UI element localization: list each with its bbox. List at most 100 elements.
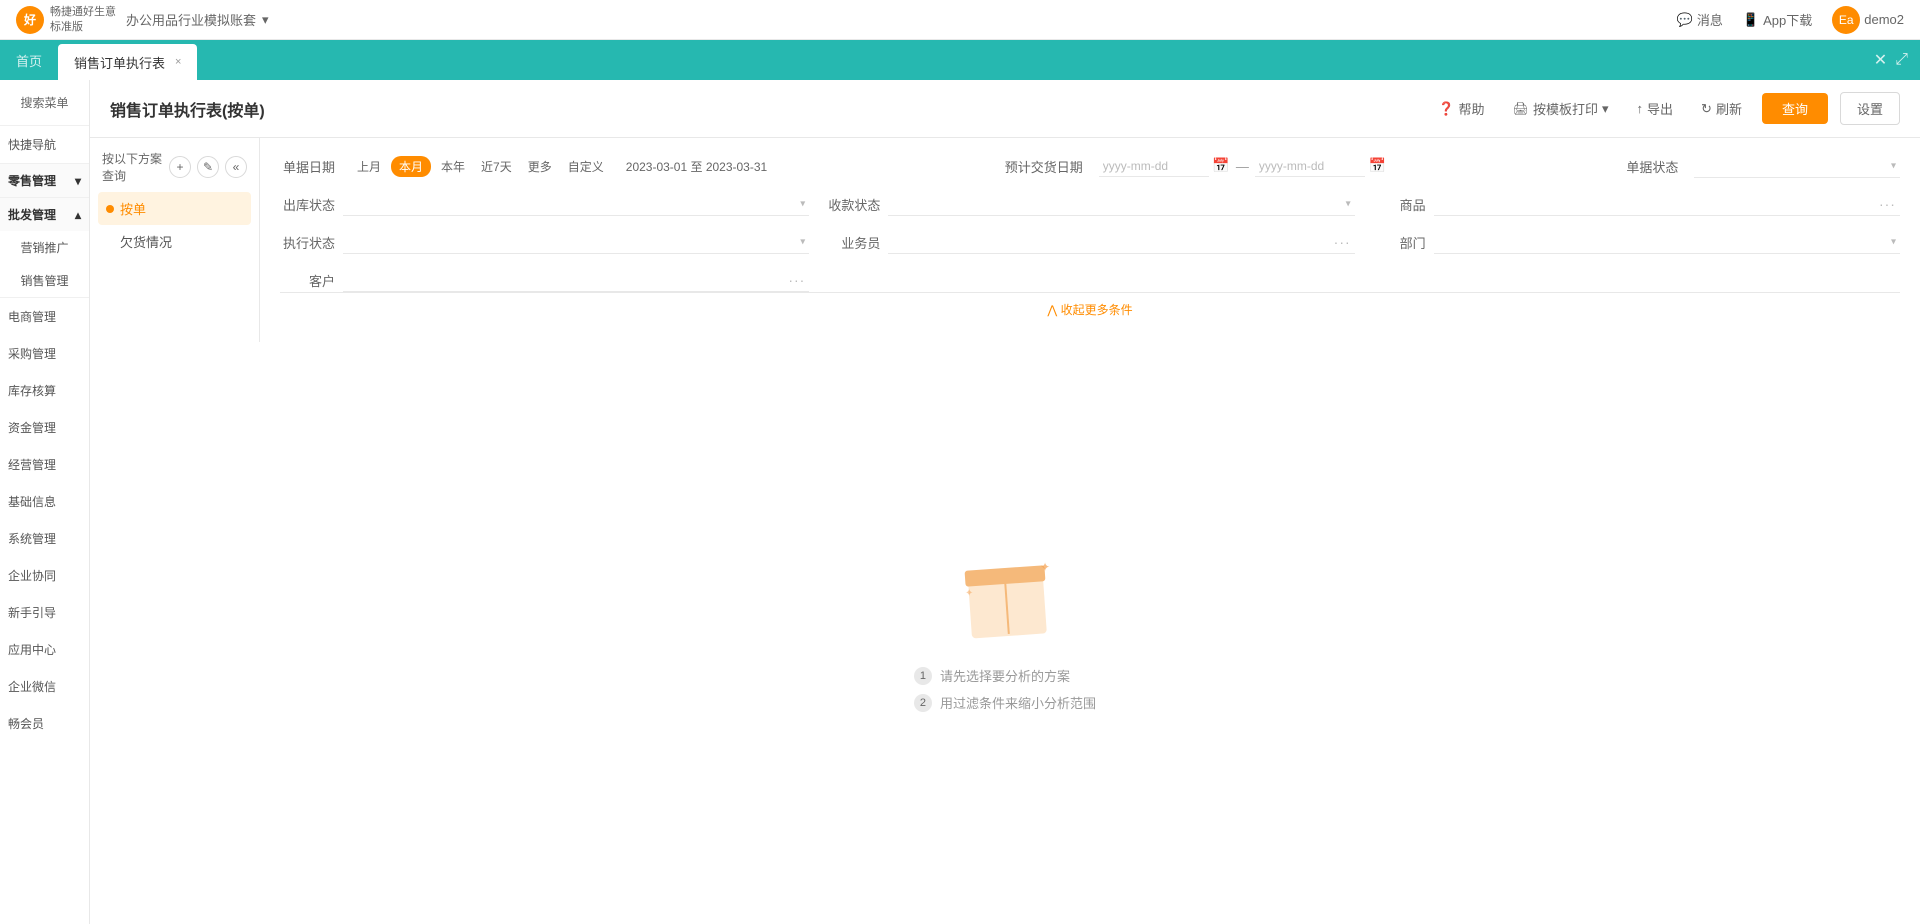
active-dot-icon — [106, 205, 114, 213]
search-menu-button[interactable]: 搜索菜单 — [8, 88, 81, 117]
user-area[interactable]: Ea demo2 — [1832, 6, 1904, 34]
date-label: 单据日期 — [280, 157, 335, 176]
sidebar-item-retail[interactable]: 零售管理 ▾ — [0, 164, 89, 197]
breadcrumb-chevron-icon: ▾ — [262, 12, 269, 28]
sidebar-item-finance[interactable]: 资金管理 — [0, 409, 89, 446]
customer-input-wrapper: ··· — [343, 268, 809, 292]
customer-label: 客户 — [280, 271, 335, 290]
svg-text:✦: ✦ — [1040, 560, 1050, 574]
tab-home[interactable]: 首页 — [0, 40, 58, 80]
sidebar-item-purchase[interactable]: 采购管理 — [0, 335, 89, 372]
tab-expand-area: ✕ ⤢ — [1862, 40, 1920, 80]
content-area: 销售订单执行表(按单) ❓ 帮助 🖨 按模板打印 ▾ ↑ 导出 ↻ 刷新 — [90, 80, 1920, 924]
salesman-input-wrapper: ··· — [888, 230, 1354, 254]
download-icon: 📱 — [1743, 12, 1759, 28]
logo-text: 畅捷通好生意 标准版 — [50, 5, 116, 34]
sidebar-retail: 零售管理 ▾ — [0, 164, 89, 198]
logo-icon: 好 — [16, 6, 44, 34]
dept-label: 部门 — [1371, 233, 1426, 252]
sidebar-item-quick-nav[interactable]: 快捷导航 — [0, 126, 89, 163]
sidebar-item-sales-mgmt[interactable]: 销售管理 — [0, 264, 89, 297]
add-scheme-button[interactable]: + — [169, 156, 191, 178]
refresh-button[interactable]: ↻ 刷新 — [1693, 95, 1750, 122]
exec-status-cell: 执行状态 ▾ — [280, 230, 809, 254]
calendar-to-icon: 📅 — [1368, 157, 1385, 173]
expected-date-from-input[interactable] — [1099, 156, 1209, 177]
query-button[interactable]: 查询 — [1762, 93, 1828, 124]
date-range-display: 2023-03-01 至 2023-03-31 — [626, 158, 767, 175]
goods-input-wrapper: ··· — [1434, 192, 1900, 216]
date-separator: — — [1236, 159, 1249, 174]
receipt-status-cell: 收款状态 ▾ — [825, 192, 1354, 216]
nav-tabs: 首页 销售订单执行表 × ✕ ⤢ — [0, 40, 1920, 80]
close-window-icon[interactable]: ✕ — [1874, 50, 1887, 70]
filter-sidebar: 按以下方案查询 + ✎ « 按单 欠货情况 — [90, 138, 260, 342]
empty-hint-1: 1 请先选择要分析的方案 — [914, 666, 1096, 685]
template-print-button[interactable]: 🖨 按模板打印 ▾ — [1504, 95, 1616, 122]
tab-close-icon[interactable]: × — [175, 56, 181, 68]
sidebar-item-system[interactable]: 系统管理 — [0, 520, 89, 557]
customer-input[interactable] — [343, 268, 809, 292]
filter-panel: 按以下方案查询 + ✎ « 按单 欠货情况 — [90, 138, 1920, 342]
sidebar-item-inventory[interactable]: 库存核算 — [0, 372, 89, 409]
date-last-7days-btn[interactable]: 近7天 — [475, 156, 518, 177]
sidebar-item-business[interactable]: 经营管理 — [0, 446, 89, 483]
print-chevron-icon: ▾ — [1602, 101, 1609, 117]
ship-status-select[interactable] — [343, 192, 809, 216]
date-this-year-btn[interactable]: 本年 — [435, 156, 471, 177]
date-filter-controls: 上月 本月 本年 近7天 更多 自定义 2023-03-01 至 2023-03… — [351, 156, 767, 177]
receipt-status-select[interactable] — [888, 192, 1354, 216]
exec-status-label: 执行状态 — [280, 233, 335, 252]
main-layout: 搜索菜单 快捷导航 零售管理 ▾ 批发管理 ▴ 营销推广 销售管理 电商管理 采… — [0, 80, 1920, 924]
app-download-button[interactable]: 📱 App下载 — [1743, 10, 1812, 29]
collapse-sidebar-button[interactable]: « — [225, 156, 247, 178]
message-icon: 💬 — [1677, 12, 1693, 28]
chevron-down-icon: ▾ — [75, 174, 81, 188]
filter-scheme-list: 按单 欠货情况 — [90, 192, 259, 258]
sidebar-search-area: 搜索菜单 — [0, 80, 89, 126]
goods-input[interactable] — [1434, 192, 1900, 216]
date-more-btn[interactable]: 更多 — [522, 156, 558, 177]
salesman-input[interactable] — [888, 230, 1354, 254]
sidebar-item-marketing[interactable]: 营销推广 — [0, 231, 89, 264]
customer-cell: 客户 ··· — [280, 268, 809, 292]
sidebar-item-wholesale[interactable]: 批发管理 ▴ — [0, 198, 89, 231]
tab-sales-order[interactable]: 销售订单执行表 × — [58, 44, 197, 80]
page-header: 销售订单执行表(按单) ❓ 帮助 🖨 按模板打印 ▾ ↑ 导出 ↻ 刷新 — [90, 80, 1920, 138]
top-bar-right: 💬 消息 📱 App下载 Ea demo2 — [1677, 6, 1904, 34]
sidebar-item-ecommerce[interactable]: 电商管理 — [0, 298, 89, 335]
dept-select[interactable] — [1434, 230, 1900, 254]
date-last-month-btn[interactable]: 上月 — [351, 156, 387, 177]
exec-status-select[interactable] — [343, 230, 809, 254]
empty-state: ✦ ✦ 1 请先选择要分析的方案 2 用过滤条件来缩小分析范围 — [914, 546, 1096, 720]
filter-sidebar-header: 按以下方案查询 + ✎ « — [90, 150, 259, 192]
empty-hints: 1 请先选择要分析的方案 2 用过滤条件来缩小分析范围 — [914, 666, 1096, 720]
scheme-item-backorder[interactable]: 欠货情况 — [98, 225, 251, 258]
sidebar-item-wechat[interactable]: 企业微信 — [0, 668, 89, 705]
data-area: ✦ ✦ 1 请先选择要分析的方案 2 用过滤条件来缩小分析范围 — [90, 342, 1920, 924]
date-this-month-btn[interactable]: 本月 — [391, 156, 431, 177]
sidebar-item-basic-info[interactable]: 基础信息 — [0, 483, 89, 520]
scheme-item-by-order[interactable]: 按单 — [98, 192, 251, 225]
exec-status-select-wrapper: ▾ — [343, 230, 809, 254]
empty-hint-2: 2 用过滤条件来缩小分析范围 — [914, 693, 1096, 712]
goods-label: 商品 — [1371, 195, 1426, 214]
sidebar-item-membership[interactable]: 畅会员 — [0, 705, 89, 742]
expected-date-label: 预计交货日期 — [1005, 157, 1083, 176]
sidebar-item-onboarding[interactable]: 新手引导 — [0, 594, 89, 631]
empty-illustration: ✦ ✦ — [955, 546, 1055, 646]
doc-status-select[interactable] — [1694, 154, 1900, 178]
collapse-filters-button[interactable]: ⋀ 收起更多条件 — [280, 292, 1900, 326]
export-button[interactable]: ↑ 导出 — [1629, 95, 1682, 122]
sidebar-item-app-center[interactable]: 应用中心 — [0, 631, 89, 668]
edit-scheme-button[interactable]: ✎ — [197, 156, 219, 178]
ship-status-label: 出库状态 — [280, 195, 335, 214]
maximize-icon[interactable]: ⤢ — [1895, 51, 1908, 69]
sidebar-item-enterprise[interactable]: 企业协同 — [0, 557, 89, 594]
salesman-label: 业务员 — [825, 233, 880, 252]
help-button[interactable]: ❓ 帮助 — [1430, 95, 1492, 122]
date-custom-btn[interactable]: 自定义 — [562, 156, 610, 177]
settings-button[interactable]: 设置 — [1840, 92, 1900, 125]
message-button[interactable]: 💬 消息 — [1677, 10, 1723, 29]
expected-date-to-input[interactable] — [1255, 156, 1365, 177]
